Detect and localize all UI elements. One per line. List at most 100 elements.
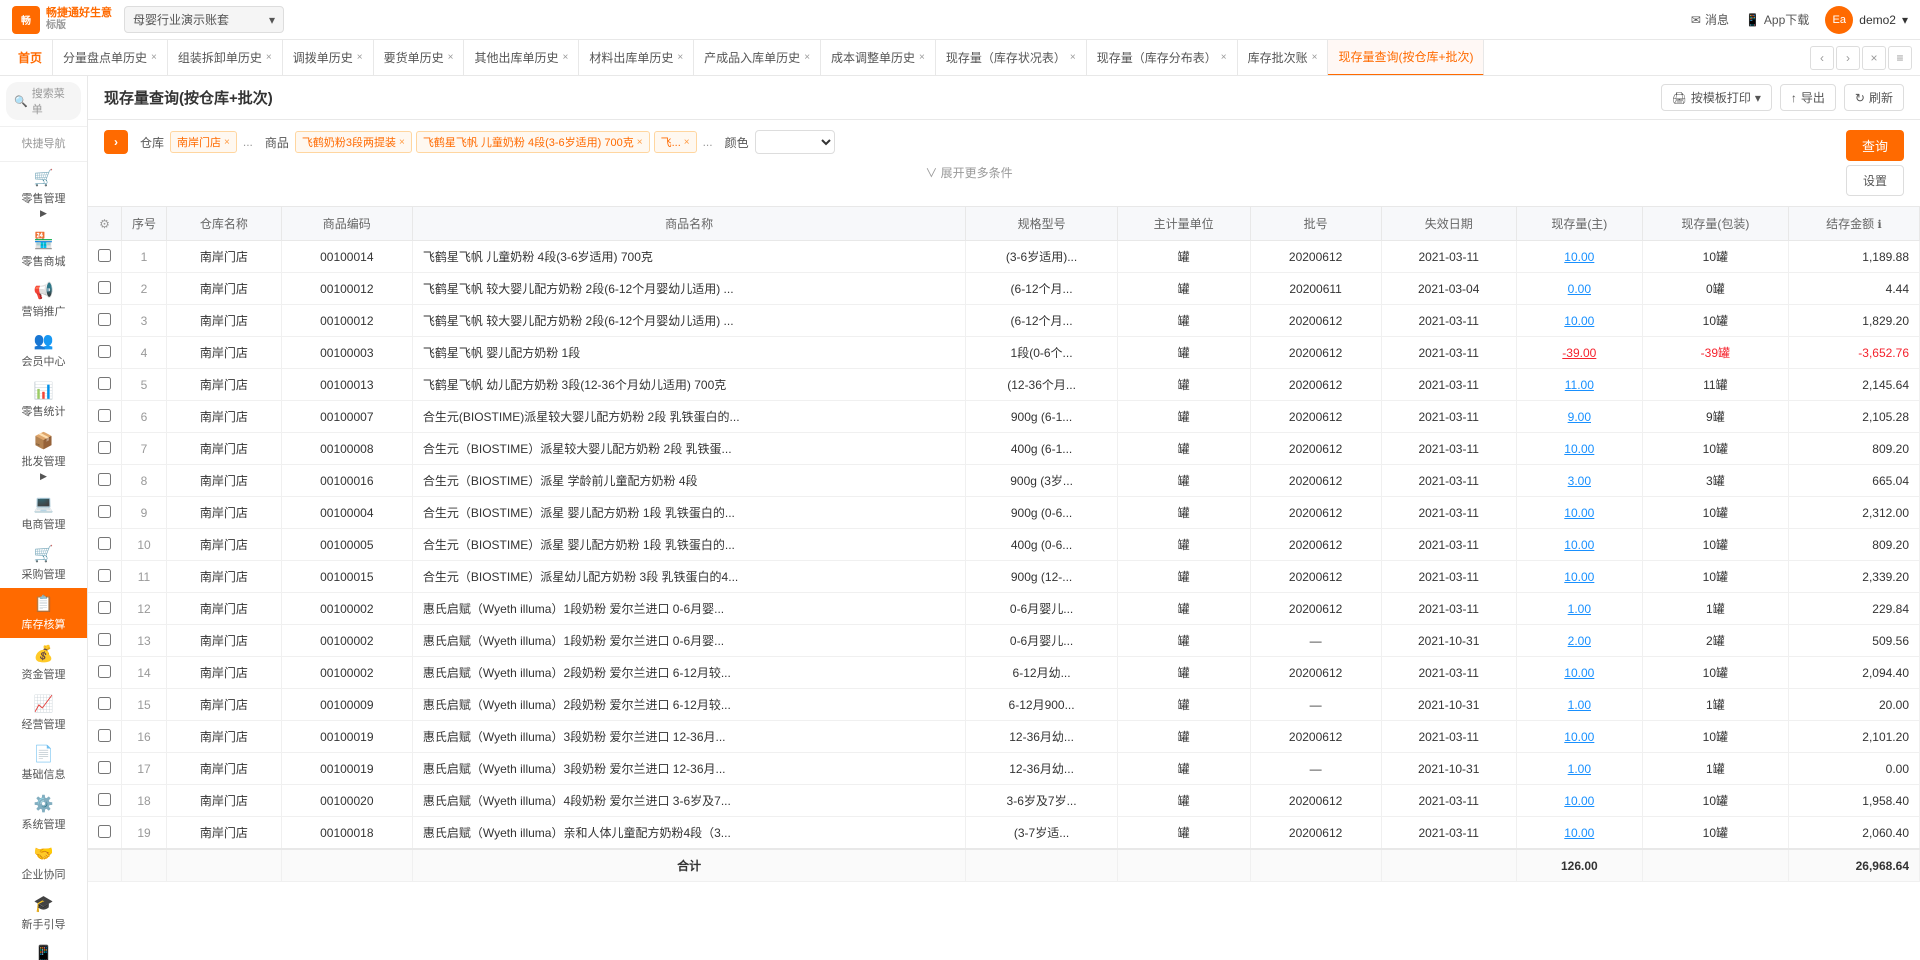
product-more[interactable]: ...: [703, 135, 713, 149]
industry-selector[interactable]: 母婴行业演示账套 ▾: [124, 6, 284, 33]
qty-main-link-11[interactable]: 1.00: [1568, 602, 1591, 616]
row-checkbox-16[interactable]: [98, 761, 111, 774]
cell-checkbox-14[interactable]: [88, 689, 122, 721]
filter-expand-left-button[interactable]: ›: [104, 130, 128, 154]
qty-main-link-15[interactable]: 10.00: [1564, 730, 1594, 744]
product-tag-close-1[interactable]: ×: [637, 137, 643, 148]
sidebar-item-new-guide[interactable]: 🎓 新手引导: [0, 888, 87, 938]
sidebar-item-retail-stats[interactable]: 📊 零售统计: [0, 375, 87, 425]
cell-checkbox-4[interactable]: [88, 369, 122, 401]
tab-more-button[interactable]: ≡: [1888, 46, 1912, 70]
tab-next-button[interactable]: ›: [1836, 46, 1860, 70]
print-button[interactable]: 🖨 按模板打印 ▾: [1661, 84, 1772, 111]
message-button[interactable]: ✉ 消息: [1691, 11, 1729, 28]
sidebar-item-basic-info[interactable]: 📄 基础信息: [0, 738, 87, 788]
qty-main-link-18[interactable]: 10.00: [1564, 826, 1594, 840]
row-checkbox-0[interactable]: [98, 249, 111, 262]
row-checkbox-10[interactable]: [98, 569, 111, 582]
row-checkbox-13[interactable]: [98, 665, 111, 678]
qty-main-link-4[interactable]: 11.00: [1565, 378, 1594, 392]
query-button[interactable]: 查询: [1846, 130, 1904, 161]
tab-inventory-dist[interactable]: 现存量（库存分布表） ×: [1087, 40, 1238, 76]
tab-close-require[interactable]: ×: [448, 52, 454, 63]
tab-close-inventory-status[interactable]: ×: [1070, 52, 1076, 63]
refresh-button[interactable]: ↻ 刷新: [1844, 84, 1904, 111]
sidebar-item-coop[interactable]: 🤝 企业协同: [0, 838, 87, 888]
app-download-button[interactable]: 📱 App下载: [1745, 11, 1809, 28]
cell-checkbox-1[interactable]: [88, 273, 122, 305]
sidebar-item-marketing[interactable]: 📢 营销推广: [0, 275, 87, 325]
qty-main-link-17[interactable]: 10.00: [1564, 794, 1594, 808]
qty-main-link-3[interactable]: -39.00: [1562, 346, 1596, 360]
qty-main-link-6[interactable]: 10.00: [1564, 442, 1594, 456]
cell-checkbox-15[interactable]: [88, 721, 122, 753]
sidebar-item-member[interactable]: 👥 会员中心: [0, 325, 87, 375]
row-checkbox-4[interactable]: [98, 377, 111, 390]
cell-checkbox-0[interactable]: [88, 241, 122, 273]
cell-checkbox-8[interactable]: [88, 497, 122, 529]
cell-checkbox-2[interactable]: [88, 305, 122, 337]
cell-checkbox-7[interactable]: [88, 465, 122, 497]
tab-close-material-out[interactable]: ×: [677, 52, 683, 63]
export-button[interactable]: ↑ 导出: [1780, 84, 1836, 111]
qty-main-link-16[interactable]: 1.00: [1568, 762, 1591, 776]
sidebar-item-retail-shop[interactable]: 🏪 零售商城: [0, 225, 87, 275]
qty-main-link-1[interactable]: 0.00: [1568, 282, 1591, 296]
color-select[interactable]: [755, 130, 835, 154]
row-checkbox-6[interactable]: [98, 441, 111, 454]
cell-checkbox-3[interactable]: [88, 337, 122, 369]
cell-checkbox-13[interactable]: [88, 657, 122, 689]
cell-checkbox-6[interactable]: [88, 433, 122, 465]
row-checkbox-11[interactable]: [98, 601, 111, 614]
qty-main-link-0[interactable]: 10.00: [1564, 250, 1594, 264]
qty-main-link-2[interactable]: 10.00: [1564, 314, 1594, 328]
tab-close-all-button[interactable]: ×: [1862, 46, 1886, 70]
qty-main-link-8[interactable]: 10.00: [1564, 506, 1594, 520]
qty-main-link-10[interactable]: 10.00: [1564, 570, 1594, 584]
row-checkbox-9[interactable]: [98, 537, 111, 550]
tab-batch-ledger[interactable]: 库存批次账 ×: [1238, 40, 1329, 76]
tab-material-out[interactable]: 材料出库单历史 ×: [579, 40, 694, 76]
tab-close-dismantle[interactable]: ×: [266, 52, 272, 63]
sidebar-item-wholesale[interactable]: 📦 批发管理 ▶: [0, 425, 87, 488]
tab-home[interactable]: 首页: [8, 40, 53, 76]
tab-adjust[interactable]: 调拨单历史 ×: [283, 40, 374, 76]
sidebar-search-input[interactable]: 🔍 搜索菜单: [6, 82, 81, 120]
qty-main-link-5[interactable]: 9.00: [1568, 410, 1591, 424]
tab-split[interactable]: 分量盘点单历史 ×: [53, 40, 168, 76]
info-icon[interactable]: ℹ: [1877, 219, 1881, 231]
tab-close-adjust[interactable]: ×: [357, 52, 363, 63]
row-checkbox-12[interactable]: [98, 633, 111, 646]
row-checkbox-8[interactable]: [98, 505, 111, 518]
qty-main-link-13[interactable]: 10.00: [1564, 666, 1594, 680]
cell-checkbox-16[interactable]: [88, 753, 122, 785]
tab-other-out[interactable]: 其他出库单历史 ×: [464, 40, 579, 76]
tab-close-cost-adjust[interactable]: ×: [919, 52, 925, 63]
warehouse-more[interactable]: ...: [243, 135, 253, 149]
cell-checkbox-10[interactable]: [88, 561, 122, 593]
tab-current[interactable]: 现存量查询(按仓库+批次): [1328, 40, 1484, 76]
row-checkbox-15[interactable]: [98, 729, 111, 742]
tab-inventory-status[interactable]: 现存量（库存状况表） ×: [936, 40, 1087, 76]
cell-checkbox-17[interactable]: [88, 785, 122, 817]
tab-close-split[interactable]: ×: [151, 52, 157, 63]
sidebar-item-sys-mgmt[interactable]: ⚙️ 系统管理: [0, 788, 87, 838]
row-checkbox-1[interactable]: [98, 281, 111, 294]
table-settings-icon[interactable]: ⚙: [99, 217, 110, 231]
cell-checkbox-11[interactable]: [88, 593, 122, 625]
tab-close-product-in[interactable]: ×: [804, 52, 810, 63]
row-checkbox-2[interactable]: [98, 313, 111, 326]
row-checkbox-14[interactable]: [98, 697, 111, 710]
tab-prev-button[interactable]: ‹: [1810, 46, 1834, 70]
sidebar-item-finance[interactable]: 💰 资金管理: [0, 638, 87, 688]
tab-close-inventory-dist[interactable]: ×: [1221, 52, 1227, 63]
tab-product-in[interactable]: 产成品入库单历史 ×: [694, 40, 821, 76]
row-checkbox-7[interactable]: [98, 473, 111, 486]
row-checkbox-5[interactable]: [98, 409, 111, 422]
qty-main-link-9[interactable]: 10.00: [1564, 538, 1594, 552]
sidebar-item-biz-mgmt[interactable]: 📈 经营管理: [0, 688, 87, 738]
expand-more-button[interactable]: ∨ 展开更多条件: [104, 158, 1834, 181]
tab-close-batch-ledger[interactable]: ×: [1312, 52, 1318, 63]
product-tag-close-2[interactable]: ×: [684, 137, 690, 148]
warehouse-tag-close-0[interactable]: ×: [224, 137, 230, 148]
